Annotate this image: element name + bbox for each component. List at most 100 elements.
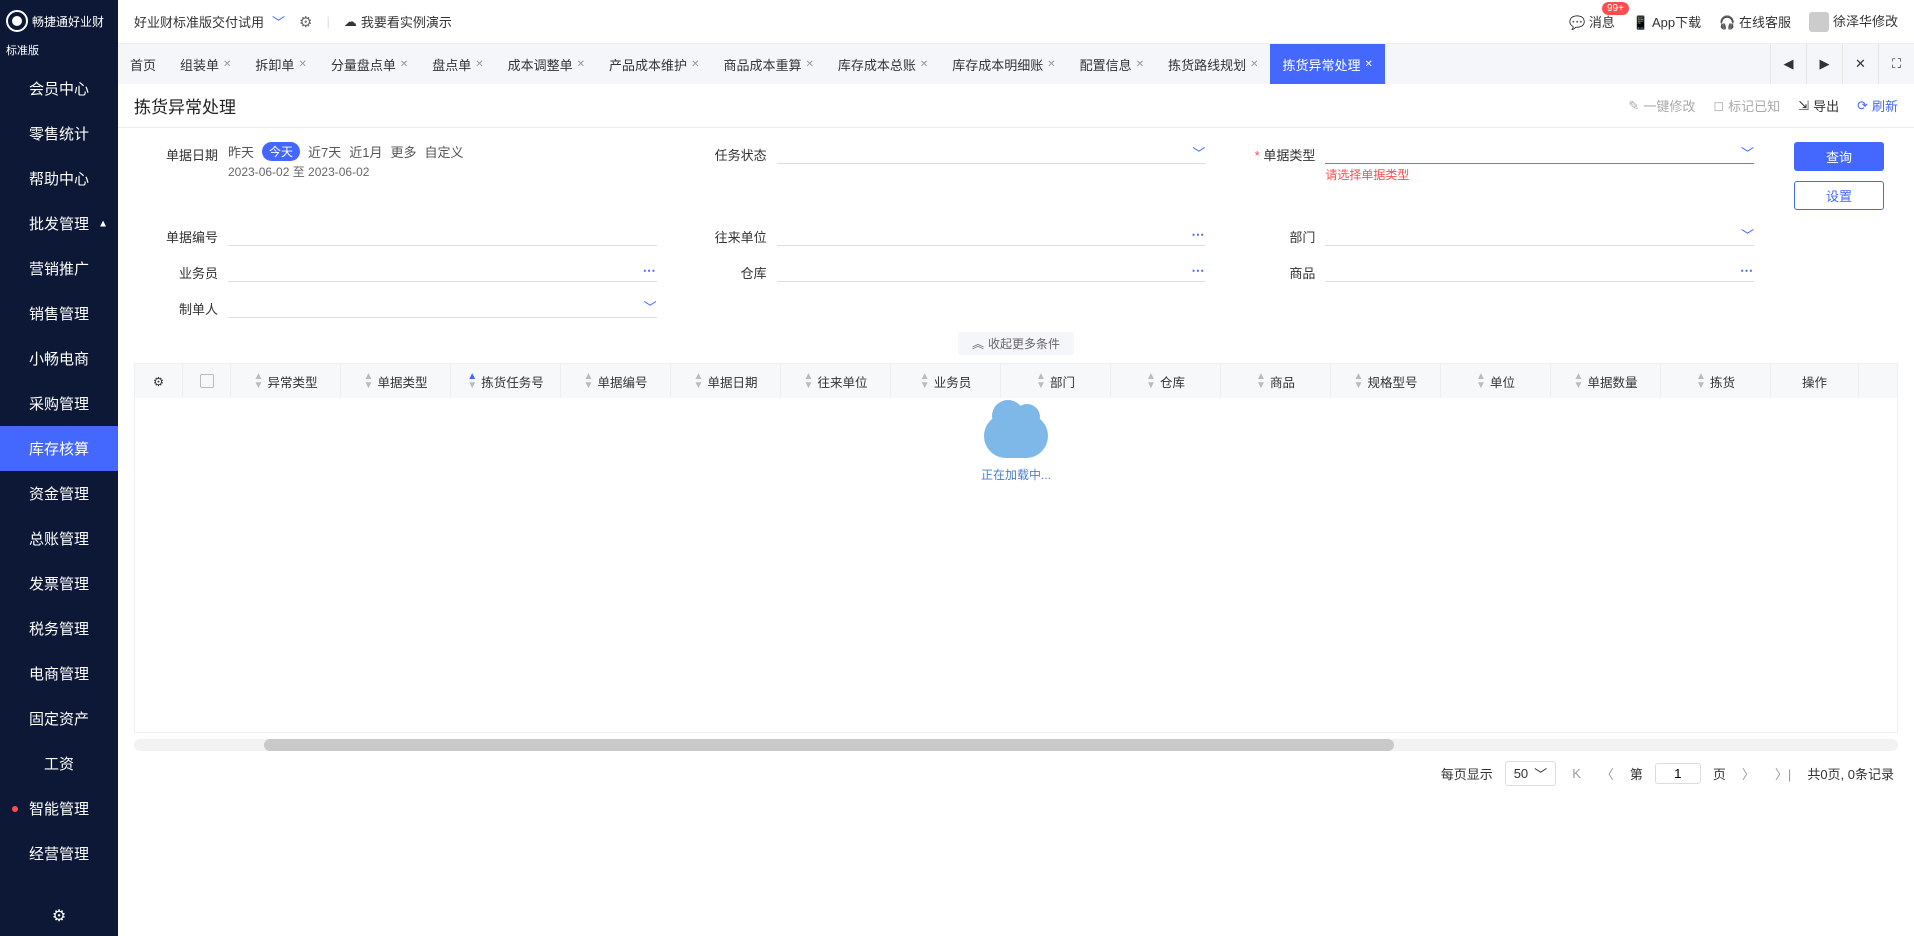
sidebar-item[interactable]: 经营管理 [0, 831, 118, 876]
sidebar-settings-icon[interactable]: ⚙ [0, 896, 118, 936]
filter-doc-type[interactable]: 单据类型 ﹀ 请选择单据类型 [1245, 142, 1754, 183]
close-icon[interactable]: ✕ [1047, 59, 1055, 70]
close-icon[interactable]: ✕ [400, 59, 408, 70]
sidebar-item[interactable]: 智能管理 [0, 786, 118, 831]
filter-partner[interactable]: 往来单位 ⋯ [697, 224, 1206, 246]
filter-doc-no[interactable]: 单据编号 [148, 224, 657, 246]
tab-close-all[interactable]: ✕ [1842, 44, 1878, 84]
tab[interactable]: 首页 [118, 44, 168, 84]
filter-task-status[interactable]: 任务状态 ﹀ [697, 142, 1206, 164]
messages-link[interactable]: 💬 消息 99+ [1569, 12, 1615, 31]
horizontal-scrollbar[interactable] [134, 739, 1898, 751]
sidebar-item[interactable]: 固定资产 [0, 696, 118, 741]
environment-selector[interactable]: 好业财标准版交付试用 ﹀ [134, 12, 285, 31]
column-header[interactable]: ▲▼商品 [1221, 364, 1331, 398]
sidebar-item[interactable]: 电商管理 [0, 651, 118, 696]
column-header[interactable]: ▲▼单据类型 [341, 364, 451, 398]
tab-scroll-left[interactable]: ◀ [1770, 44, 1806, 84]
close-icon[interactable]: ✕ [577, 59, 585, 70]
mark-known-button[interactable]: ◻标记已知 [1713, 96, 1780, 115]
close-icon[interactable]: ✕ [298, 59, 306, 70]
demo-link[interactable]: ☁ 我要看实例演示 [344, 12, 452, 31]
sidebar-item[interactable]: 总账管理 [0, 516, 118, 561]
tab-scroll-right[interactable]: ▶ [1806, 44, 1842, 84]
date-range-option[interactable]: 昨天 [228, 142, 254, 161]
sidebar-item[interactable]: 帮助中心 [0, 156, 118, 201]
tab[interactable]: 库存成本总账✕ [826, 44, 940, 84]
close-icon[interactable]: ✕ [1250, 59, 1258, 70]
column-header[interactable]: ▲▼部门 [1001, 364, 1111, 398]
sidebar-item[interactable]: 零售统计 [0, 111, 118, 156]
column-header[interactable]: ▲▼单据数量 [1551, 364, 1661, 398]
date-range-option[interactable]: 今天 [262, 142, 300, 161]
column-header[interactable]: ▲▼异常类型 [231, 364, 341, 398]
filter-warehouse[interactable]: 仓库 ⋯ [697, 260, 1206, 282]
next-page-button[interactable]: 〉 [1738, 764, 1759, 783]
query-button[interactable]: 查询 [1794, 142, 1884, 171]
tab[interactable]: 产品成本维护✕ [597, 44, 711, 84]
close-icon[interactable]: ✕ [475, 59, 483, 70]
date-range-option[interactable]: 更多 [391, 142, 417, 161]
filter-goods[interactable]: 商品 ⋯ [1245, 260, 1754, 282]
first-page-button[interactable]: K [1568, 766, 1585, 781]
filter-sales[interactable]: 业务员 ⋯ [148, 260, 657, 282]
column-header[interactable]: ▲▼往来单位 [781, 364, 891, 398]
filter-creator[interactable]: 制单人 ﹀ [148, 296, 657, 318]
sidebar-item[interactable]: 营销推广 [0, 246, 118, 291]
tab[interactable]: 分量盘点单✕ [319, 44, 420, 84]
column-header[interactable]: ▲▼规格型号 [1331, 364, 1441, 398]
sidebar-item[interactable]: 资金管理 [0, 471, 118, 516]
filter-dept[interactable]: 部门 ﹀ [1245, 224, 1754, 246]
sidebar-item[interactable]: 税务管理 [0, 606, 118, 651]
sidebar-item[interactable]: 库存核算 [0, 426, 118, 471]
last-page-button[interactable]: 〉| [1771, 764, 1795, 783]
tab[interactable]: 拆卸单✕ [243, 44, 318, 84]
date-range-option[interactable]: 近1月 [349, 142, 382, 161]
fullscreen-icon[interactable]: ⛶ [1878, 44, 1914, 84]
column-header[interactable]: ▲▼单位 [1441, 364, 1551, 398]
per-page-select[interactable]: 50﹀ [1505, 761, 1556, 786]
sidebar-item[interactable]: 发票管理 [0, 561, 118, 606]
sidebar-item[interactable]: 销售管理 [0, 291, 118, 336]
sidebar-item[interactable]: 小畅电商 [0, 336, 118, 381]
onekey-modify-button[interactable]: ✎一键修改 [1628, 96, 1695, 115]
select-all[interactable] [183, 364, 231, 398]
gear-icon[interactable]: ⚙ [299, 13, 312, 31]
collapse-filters-button[interactable]: ︽ 收起更多条件 [958, 332, 1074, 355]
checkbox[interactable] [200, 374, 214, 388]
close-icon[interactable]: ✕ [1365, 59, 1373, 70]
column-header[interactable]: ▲▼业务员 [891, 364, 1001, 398]
close-icon[interactable]: ✕ [1136, 59, 1144, 70]
tab[interactable]: 拣货路线规划✕ [1156, 44, 1270, 84]
sidebar-item[interactable]: 采购管理 [0, 381, 118, 426]
support-link[interactable]: 🎧 在线客服 [1719, 12, 1791, 31]
tab[interactable]: 成本调整单✕ [496, 44, 597, 84]
close-icon[interactable]: ✕ [691, 59, 699, 70]
export-button[interactable]: ⇲导出 [1798, 96, 1839, 115]
user-menu[interactable]: 徐泽华修改 [1809, 11, 1898, 33]
tab[interactable]: 拣货异常处理✕ [1270, 44, 1384, 84]
column-header[interactable]: ▲▼拣货任务号 [451, 364, 561, 398]
date-range-option[interactable]: 自定义 [425, 142, 464, 161]
column-header[interactable]: ▲▼拣货 [1661, 364, 1771, 398]
column-header[interactable]: ▲▼仓库 [1111, 364, 1221, 398]
refresh-button[interactable]: ⟳刷新 [1857, 96, 1898, 115]
tab[interactable]: 组装单✕ [168, 44, 243, 84]
column-header[interactable]: ▲▼单据编号 [561, 364, 671, 398]
app-download-link[interactable]: 📱 App下载 [1633, 12, 1701, 31]
column-settings[interactable]: ⚙ [135, 364, 183, 398]
settings-button[interactable]: 设置 [1794, 181, 1884, 210]
prev-page-button[interactable]: 〈 [1597, 764, 1618, 783]
date-range-option[interactable]: 近7天 [308, 142, 341, 161]
sidebar-item[interactable]: 会员中心 [0, 66, 118, 111]
sidebar-item[interactable]: 工资 [0, 741, 118, 786]
scrollbar-thumb[interactable] [264, 739, 1394, 751]
page-input[interactable] [1655, 763, 1701, 784]
tab[interactable]: 盘点单✕ [420, 44, 495, 84]
close-icon[interactable]: ✕ [223, 59, 231, 70]
column-header[interactable]: ▲▼单据日期 [671, 364, 781, 398]
tab[interactable]: 商品成本重算✕ [711, 44, 825, 84]
sidebar-item[interactable]: 批发管理▲ [0, 201, 118, 246]
close-icon[interactable]: ✕ [805, 59, 813, 70]
close-icon[interactable]: ✕ [920, 59, 928, 70]
